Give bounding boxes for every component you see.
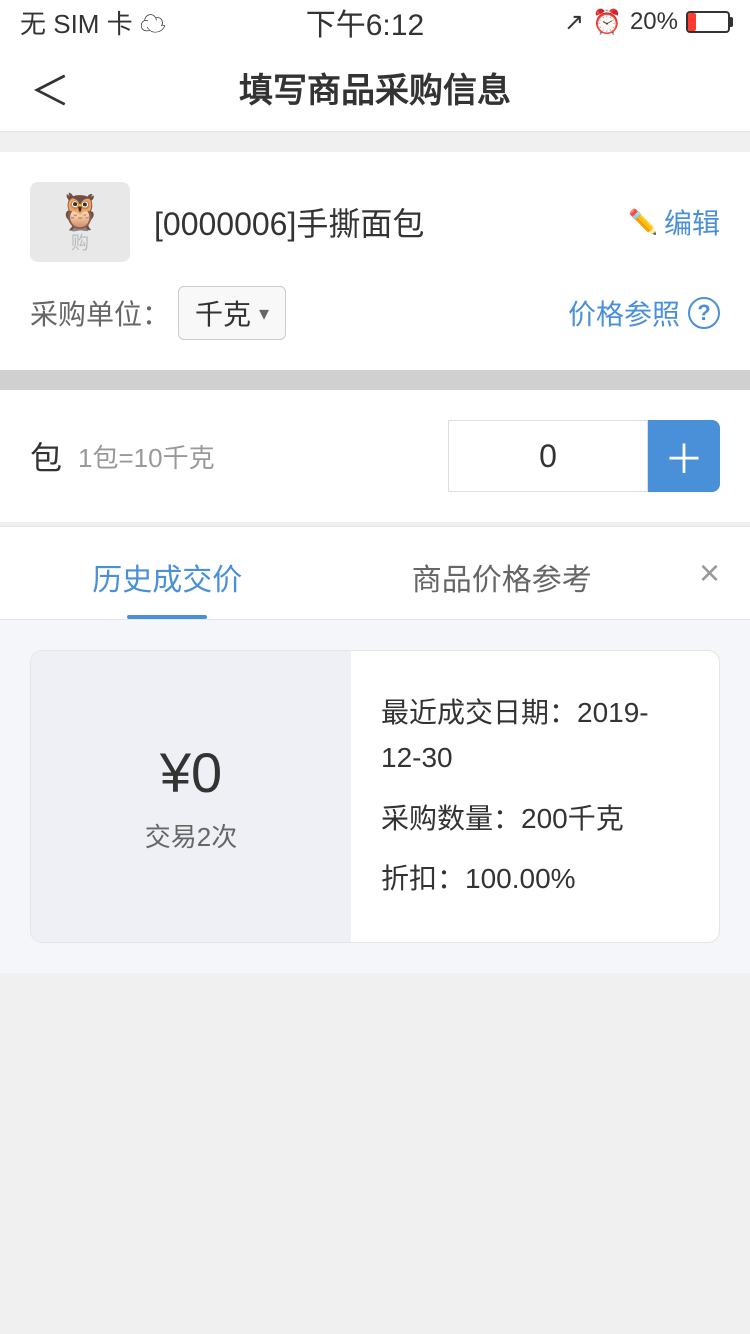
quantity-input[interactable] <box>448 420 648 492</box>
bottom-panel: 历史成交价 商品价格参考 × ¥0 交易2次 最近成交日期：2019-12-30… <box>0 526 750 973</box>
product-card: 🦉 购 [0000006]手撕面包 ✏️ 编辑 采购单位： 千克 ▾ 价格参照 … <box>0 152 750 370</box>
chevron-down-icon: ▾ <box>259 301 269 326</box>
price-record-card: ¥0 交易2次 最近成交日期：2019-12-30 采购数量：200千克 折扣：… <box>30 650 720 943</box>
price-amount: ¥0 <box>160 740 222 805</box>
help-icon: ? <box>688 297 720 329</box>
tab-history-price[interactable]: 历史成交价 <box>0 527 334 619</box>
battery-fill <box>688 13 696 31</box>
unit-label: 采购单位： <box>30 293 170 333</box>
status-left: 无 SIM 卡 ☁ <box>20 4 166 41</box>
product-image: 🦉 购 <box>30 182 130 262</box>
purchase-qty-value: 200千克 <box>521 803 624 834</box>
status-time: 下午6:12 <box>306 0 424 44</box>
quantity-control: ＋ <box>448 420 720 492</box>
pkg-conversion-label: 1包=10千克 <box>78 438 215 475</box>
product-unit-row: 采购单位： 千克 ▾ 价格参照 ? <box>30 286 720 340</box>
discount-row: 折扣：100.00% <box>381 857 689 902</box>
tab-history-label: 历史成交价 <box>92 564 242 597</box>
tab-price-ref[interactable]: 商品价格参考 <box>334 527 668 619</box>
price-ref-label: 价格参照 <box>568 293 680 333</box>
status-bar: 无 SIM 卡 ☁ 下午6:12 ↗ ⏰ 20% <box>0 0 750 44</box>
tabs-row: 历史成交价 商品价格参考 × <box>0 527 750 620</box>
status-right: ↗ ⏰ 20% <box>564 8 730 37</box>
alarm-icon: ⏰ <box>592 8 622 37</box>
edit-icon: ✏️ <box>628 208 658 237</box>
edit-label: 编辑 <box>664 202 720 242</box>
page-title: 填写商品采购信息 <box>90 63 660 112</box>
quantity-row: 包 1包=10千克 ＋ <box>0 390 750 522</box>
price-details-right: 最近成交日期：2019-12-30 采购数量：200千克 折扣：100.00% <box>351 651 719 942</box>
battery-percent: 20% <box>630 8 678 36</box>
purchase-qty-row: 采购数量：200千克 <box>381 797 689 842</box>
back-button[interactable]: ＜ <box>30 49 90 127</box>
sim-label: 无 SIM 卡 ☁ <box>20 4 166 41</box>
price-ref-button[interactable]: 价格参照 ? <box>568 293 720 333</box>
price-summary-left: ¥0 交易2次 <box>31 651 351 942</box>
edit-button[interactable]: ✏️ 编辑 <box>628 202 720 242</box>
unit-value: 千克 <box>195 293 251 333</box>
section-divider <box>0 370 750 390</box>
quantity-increment-button[interactable]: ＋ <box>648 420 720 492</box>
unit-select[interactable]: 千克 ▾ <box>178 286 286 340</box>
recent-date-label: 最近成交日期： <box>381 697 577 728</box>
close-button[interactable]: × <box>669 532 750 614</box>
quantity-unit-info: 包 1包=10千克 <box>30 433 215 479</box>
discount-label: 折扣： <box>381 863 465 894</box>
discount-value: 100.00% <box>465 863 576 894</box>
battery-indicator <box>686 11 730 33</box>
nav-bar: ＜ 填写商品采购信息 <box>0 44 750 132</box>
recent-date-row: 最近成交日期：2019-12-30 <box>381 691 689 781</box>
location-icon: ↗ <box>564 8 584 37</box>
purchase-qty-label: 采购数量： <box>381 803 521 834</box>
product-header: 🦉 购 [0000006]手撕面包 ✏️ 编辑 <box>30 182 720 262</box>
product-thumbnail-icon: 🦉 购 <box>58 190 103 255</box>
trade-count: 交易2次 <box>145 817 237 854</box>
product-name: [0000006]手撕面包 <box>154 199 628 245</box>
tab-price-ref-label: 商品价格参考 <box>412 564 592 597</box>
panel-content: ¥0 交易2次 最近成交日期：2019-12-30 采购数量：200千克 折扣：… <box>0 620 750 973</box>
package-icon: 包 <box>30 433 62 479</box>
tab-active-indicator <box>127 615 207 619</box>
